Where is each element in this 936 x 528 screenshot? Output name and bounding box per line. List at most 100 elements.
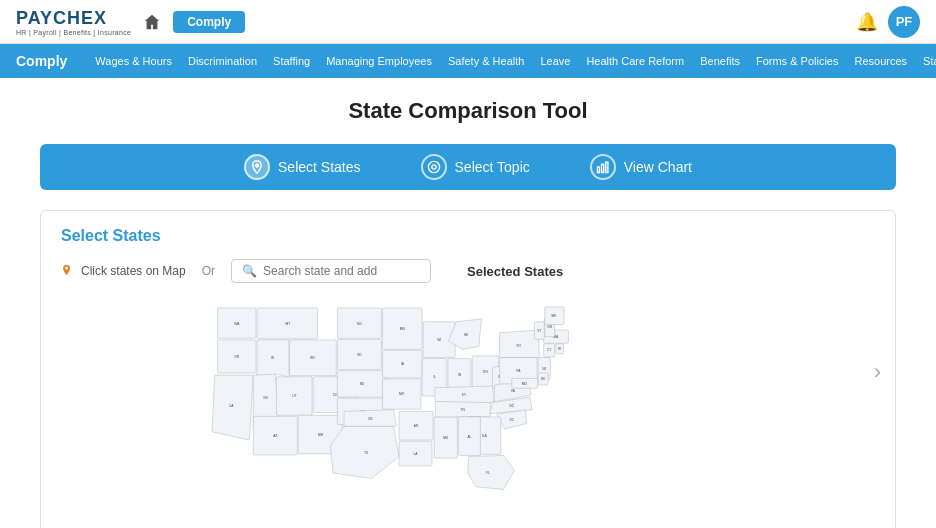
svg-rect-17 xyxy=(257,308,318,339)
logo-text: PAYCHEX xyxy=(16,8,131,29)
nav-leave[interactable]: Leave xyxy=(532,44,578,78)
state-ia[interactable]: IA xyxy=(383,350,423,378)
state-ca[interactable]: CA xyxy=(212,375,253,440)
state-az[interactable]: AZ xyxy=(253,416,297,455)
nav-links: Wages & Hours Discrimination Staffing Ma… xyxy=(87,44,936,78)
header-right: 🔔 PF xyxy=(856,6,920,38)
svg-marker-79 xyxy=(468,455,515,489)
state-de[interactable]: DE xyxy=(538,373,548,385)
svg-rect-4 xyxy=(597,167,599,173)
search-icon: 🔍 xyxy=(242,264,257,278)
state-md[interactable]: MD xyxy=(512,378,538,388)
click-states-label: Click states on Map xyxy=(61,264,186,278)
state-mo[interactable]: MO xyxy=(383,379,422,409)
svg-rect-77 xyxy=(458,417,480,456)
svg-rect-7 xyxy=(218,308,257,338)
svg-marker-11 xyxy=(212,375,253,440)
comply-nav-button[interactable]: Comply xyxy=(173,11,245,33)
state-ky[interactable]: KY xyxy=(435,386,494,403)
state-mn[interactable]: MN xyxy=(383,308,423,349)
svg-rect-39 xyxy=(383,350,423,378)
nav-managing-employees[interactable]: Managing Employees xyxy=(318,44,440,78)
svg-rect-9 xyxy=(218,340,257,373)
avatar[interactable]: PF xyxy=(888,6,920,38)
svg-point-3 xyxy=(431,165,435,169)
svg-rect-91 xyxy=(544,344,555,357)
svg-marker-83 xyxy=(500,330,540,358)
state-ri[interactable]: RI xyxy=(556,344,564,354)
svg-marker-15 xyxy=(257,340,289,377)
page-title: State Comparison Tool xyxy=(40,98,896,124)
main-content: State Comparison Tool Select States Sele… xyxy=(0,78,936,528)
state-ar[interactable]: AR xyxy=(399,411,433,440)
state-me[interactable]: ME xyxy=(545,307,564,325)
nav-safety-health[interactable]: Safety & Health xyxy=(440,44,532,78)
state-tn[interactable]: TN xyxy=(435,402,490,417)
state-wy[interactable]: WY xyxy=(290,340,337,376)
state-ne[interactable]: NE xyxy=(337,371,387,397)
state-ct[interactable]: CT xyxy=(544,344,555,357)
svg-rect-19 xyxy=(290,340,337,376)
step-view-chart-icon xyxy=(590,154,616,180)
svg-rect-97 xyxy=(534,322,544,340)
svg-point-2 xyxy=(428,161,439,172)
state-wa[interactable]: WA xyxy=(218,308,257,338)
svg-rect-5 xyxy=(601,164,603,172)
svg-marker-53 xyxy=(330,426,399,478)
step-select-states-icon xyxy=(244,154,270,180)
state-or[interactable]: OR xyxy=(218,340,257,373)
state-ut[interactable]: UT xyxy=(276,377,312,416)
nav-bar: Comply Wages & Hours Discrimination Staf… xyxy=(0,44,936,78)
svg-rect-101 xyxy=(545,307,564,325)
step-select-states[interactable]: Select States xyxy=(244,154,361,180)
step-view-chart[interactable]: View Chart xyxy=(590,154,692,180)
search-input[interactable] xyxy=(263,264,420,278)
panel-title: Select States xyxy=(61,227,875,245)
nav-discrimination[interactable]: Discrimination xyxy=(180,44,265,78)
state-vt[interactable]: VT xyxy=(534,322,544,340)
nav-benefits[interactable]: Benefits xyxy=(692,44,748,78)
nav-forms-policies[interactable]: Forms & Policies xyxy=(748,44,847,78)
nav-wages-hours[interactable]: Wages & Hours xyxy=(87,44,180,78)
next-arrow-icon[interactable]: › xyxy=(874,359,881,385)
or-text: Or xyxy=(202,264,215,278)
svg-rect-63 xyxy=(435,402,490,417)
svg-rect-33 xyxy=(337,371,387,397)
nav-health-care-reform[interactable]: Health Care Reform xyxy=(578,44,692,78)
controls-row: Click states on Map Or 🔍 Selected States xyxy=(61,259,875,283)
logo-sub: HR | Payroll | Benefits | Insurance xyxy=(16,29,131,36)
svg-point-1 xyxy=(255,163,259,167)
svg-rect-25 xyxy=(253,416,297,455)
step-select-topic[interactable]: Select Topic xyxy=(421,154,530,180)
header-left: PAYCHEX HR | Payroll | Benefits | Insura… xyxy=(16,8,245,36)
svg-rect-41 xyxy=(383,379,422,409)
notification-bell-icon[interactable]: 🔔 xyxy=(856,11,878,33)
svg-rect-57 xyxy=(399,411,433,440)
state-al[interactable]: AL xyxy=(458,417,480,456)
svg-rect-93 xyxy=(556,344,564,354)
svg-rect-21 xyxy=(276,377,312,416)
state-fl[interactable]: FL xyxy=(468,455,515,489)
svg-rect-29 xyxy=(337,308,381,338)
state-ny[interactable]: NY xyxy=(500,330,540,358)
home-button[interactable] xyxy=(143,13,161,31)
nav-state-laws[interactable]: State Laws xyxy=(915,44,936,78)
map-area: WA OR CA NV xyxy=(61,297,875,517)
state-nd[interactable]: ND xyxy=(337,308,381,338)
nav-staffing[interactable]: Staffing xyxy=(265,44,318,78)
svg-marker-55 xyxy=(344,410,396,427)
state-mt[interactable]: MT xyxy=(257,308,318,339)
state-ok[interactable]: OK xyxy=(344,410,396,427)
state-la[interactable]: LA xyxy=(399,441,432,466)
step-view-chart-label: View Chart xyxy=(624,159,692,175)
svg-rect-6 xyxy=(606,162,608,173)
us-map[interactable]: WA OR CA NV xyxy=(61,297,715,517)
state-ms[interactable]: MS xyxy=(434,417,457,458)
map-container: WA OR CA NV xyxy=(61,297,715,517)
state-sd[interactable]: SD xyxy=(337,339,381,369)
search-box: 🔍 xyxy=(231,259,431,283)
state-tx[interactable]: TX xyxy=(330,426,399,478)
state-id[interactable]: ID xyxy=(257,340,289,377)
nav-resources[interactable]: Resources xyxy=(846,44,915,78)
svg-rect-87 xyxy=(538,373,548,385)
